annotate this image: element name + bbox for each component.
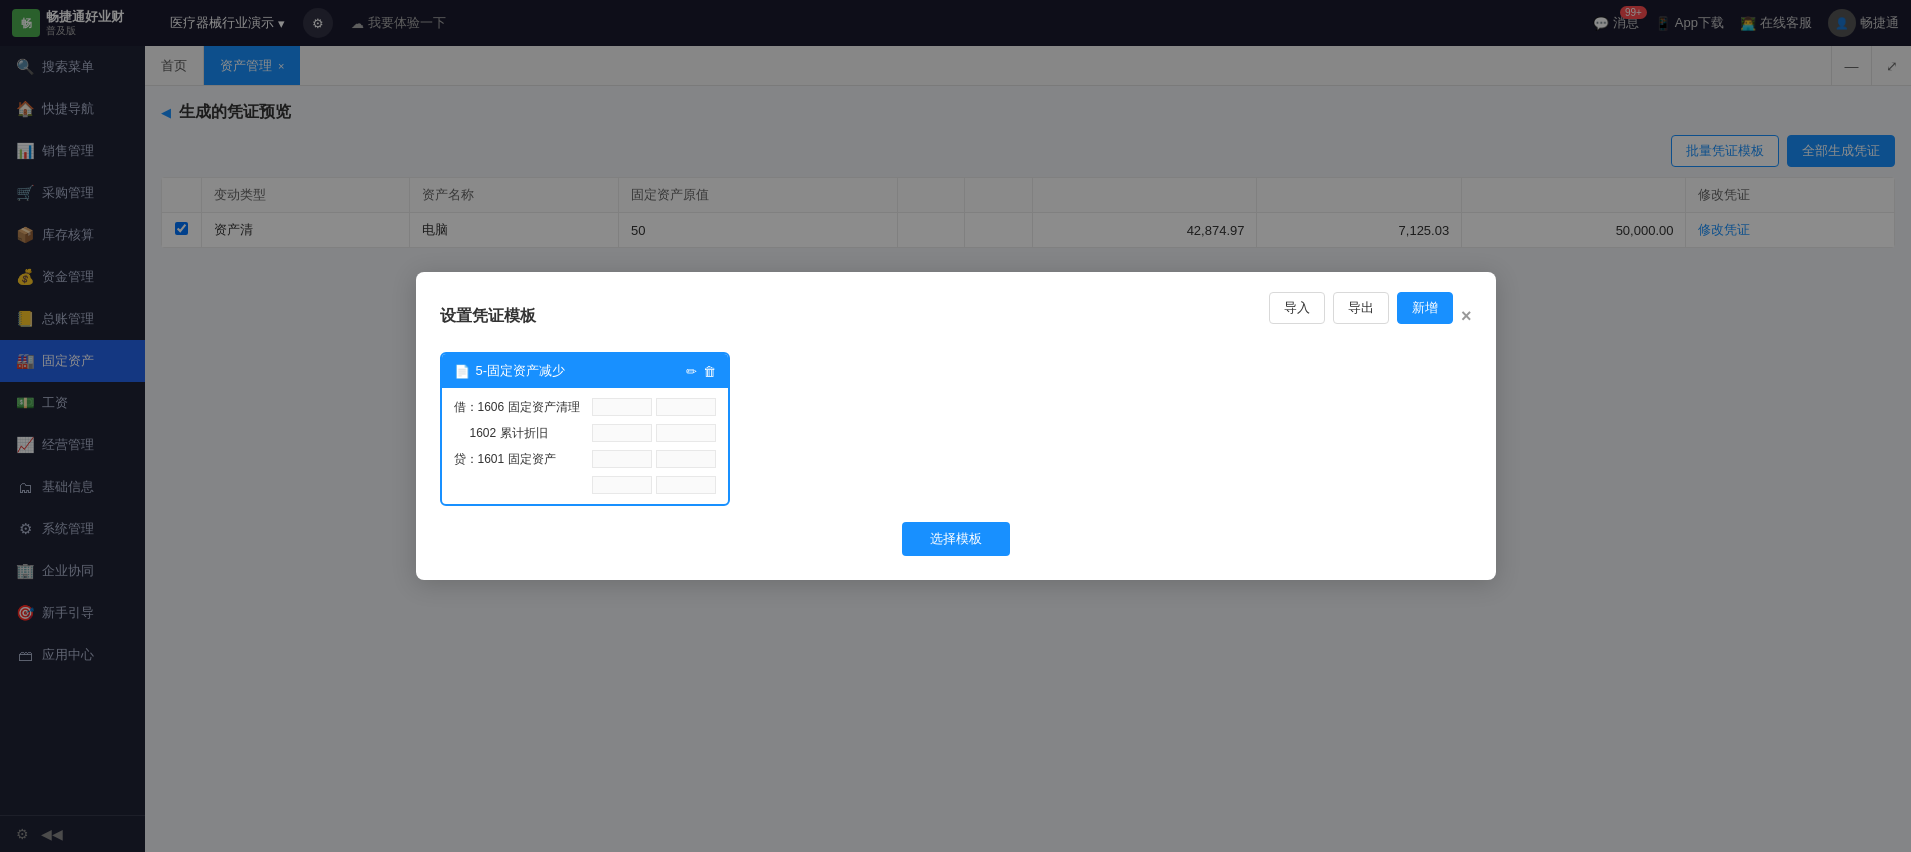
modal-close-button[interactable]: ×: [1461, 306, 1472, 327]
template-title: 5-固定资产减少: [476, 362, 566, 380]
cell-credit-4: [656, 476, 716, 494]
voucher-template-modal: 设置凭证模板 导入 导出 新增 × 📄 5-固定资产减少: [416, 272, 1496, 580]
template-card-body: 借：1606 固定资产清理 1602 累计折旧: [442, 388, 728, 504]
template-row-2: 1602 累计折旧: [454, 420, 716, 446]
template-row-label-3: 贷：1601 固定资产: [454, 451, 556, 468]
select-template-button[interactable]: 选择模板: [902, 522, 1010, 556]
cell-debit-2: [592, 424, 652, 442]
template-delete-icon[interactable]: 🗑: [703, 364, 716, 379]
cell-credit-3: [656, 450, 716, 468]
template-row-1: 借：1606 固定资产清理: [454, 394, 716, 420]
cell-credit-1: [656, 398, 716, 416]
template-edit-icon[interactable]: ✏: [686, 364, 697, 379]
cell-debit-4: [592, 476, 652, 494]
template-card-header: 📄 5-固定资产减少 ✏ 🗑: [442, 354, 728, 388]
export-button[interactable]: 导出: [1333, 292, 1389, 324]
import-button[interactable]: 导入: [1269, 292, 1325, 324]
new-template-button[interactable]: 新增: [1397, 292, 1453, 324]
cell-debit-3: [592, 450, 652, 468]
cell-credit-2: [656, 424, 716, 442]
template-doc-icon: 📄: [454, 364, 470, 379]
template-row-4: [454, 472, 716, 498]
modal-toolbar: 导入 导出 新增: [1269, 292, 1453, 324]
modal-header: 设置凭证模板 导入 导出 新增 ×: [416, 272, 1496, 352]
template-row-3: 贷：1601 固定资产: [454, 446, 716, 472]
modal-overlay: 设置凭证模板 导入 导出 新增 × 📄 5-固定资产减少: [0, 0, 1911, 852]
cell-debit-1: [592, 398, 652, 416]
modal-title: 设置凭证模板: [440, 306, 536, 327]
template-row-label-2: 1602 累计折旧: [470, 425, 548, 442]
modal-body: 📄 5-固定资产减少 ✏ 🗑 借：1606 固定资产清理: [416, 352, 1496, 580]
template-row-label-1: 借：1606 固定资产清理: [454, 399, 580, 416]
template-card: 📄 5-固定资产减少 ✏ 🗑 借：1606 固定资产清理: [440, 352, 730, 506]
